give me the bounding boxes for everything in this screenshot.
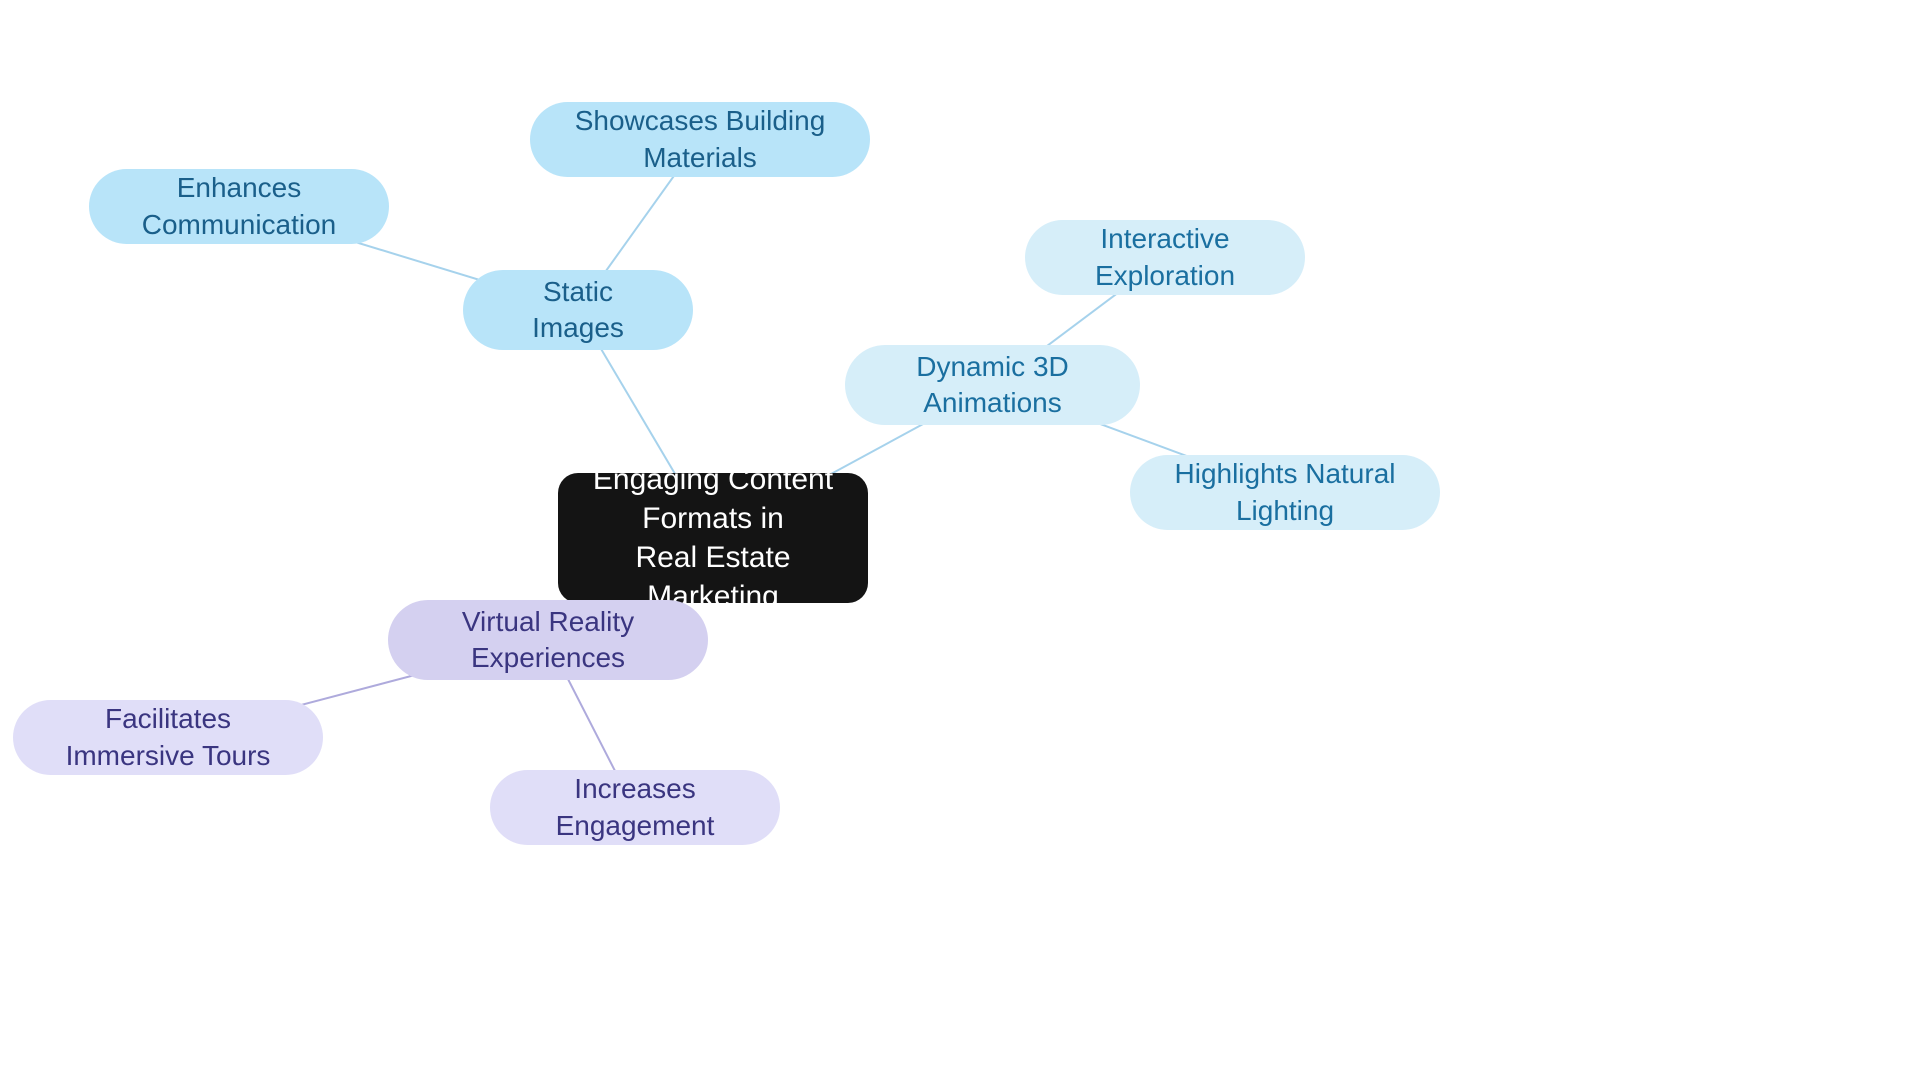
vr-label: Virtual Reality Experiences bbox=[420, 604, 676, 677]
interactive-node: Interactive Exploration bbox=[1025, 220, 1305, 295]
highlights-label: Highlights Natural Lighting bbox=[1162, 456, 1408, 529]
center-node: Engaging Content Formats in Real Estate … bbox=[558, 473, 868, 603]
highlights-node: Highlights Natural Lighting bbox=[1130, 455, 1440, 530]
interactive-label: Interactive Exploration bbox=[1057, 221, 1273, 294]
center-label: Engaging Content Formats in Real Estate … bbox=[586, 460, 840, 616]
showcases-node: Showcases Building Materials bbox=[530, 102, 870, 177]
dynamic-3d-node: Dynamic 3D Animations bbox=[845, 345, 1140, 425]
immersive-node: Facilitates Immersive Tours bbox=[13, 700, 323, 775]
showcases-label: Showcases Building Materials bbox=[562, 103, 838, 176]
engagement-label: Increases Engagement bbox=[522, 771, 748, 844]
dynamic-3d-label: Dynamic 3D Animations bbox=[877, 349, 1108, 422]
immersive-label: Facilitates Immersive Tours bbox=[45, 701, 291, 774]
enhances-label: Enhances Communication bbox=[121, 170, 357, 243]
engagement-node: Increases Engagement bbox=[490, 770, 780, 845]
static-images-node: Static Images bbox=[463, 270, 693, 350]
static-images-label: Static Images bbox=[495, 274, 661, 347]
vr-node: Virtual Reality Experiences bbox=[388, 600, 708, 680]
enhances-node: Enhances Communication bbox=[89, 169, 389, 244]
